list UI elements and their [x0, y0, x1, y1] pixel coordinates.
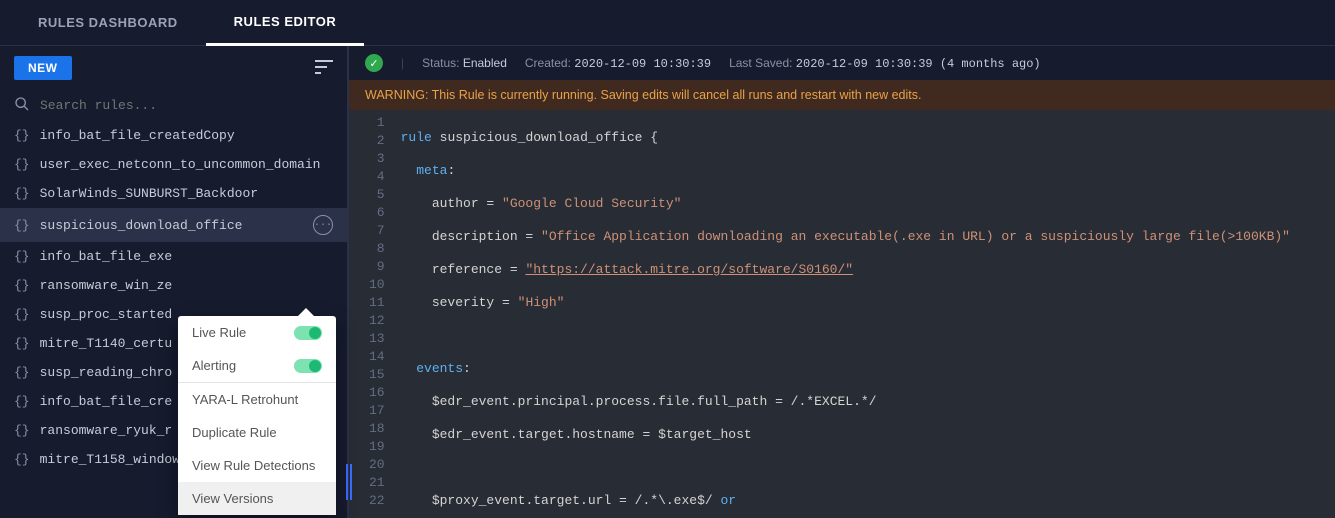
line-number: 10	[369, 276, 385, 294]
rule-item-label: susp_proc_started	[40, 307, 173, 322]
braces-icon: {}	[14, 186, 30, 201]
line-number: 12	[369, 312, 385, 330]
rule-item[interactable]: {} ransomware_win_ze	[0, 271, 347, 300]
rule-item[interactable]: {} info_bat_file_createdCopy	[0, 121, 347, 150]
line-number: 17	[369, 402, 385, 420]
rule-item-label: info_bat_file_exe	[40, 249, 173, 264]
rule-item-label: susp_reading_chro	[40, 365, 173, 380]
rule-item-label: suspicious_download_office	[40, 218, 243, 233]
created-value: 2020-12-09 10:30:39	[574, 57, 711, 71]
sort-icon[interactable]	[315, 58, 333, 79]
rule-item-label: info_bat_file_createdCopy	[40, 128, 235, 143]
search-row[interactable]	[0, 90, 347, 121]
toggle-on-icon[interactable]	[294, 359, 322, 373]
line-number: 21	[369, 474, 385, 492]
tab-rules-editor[interactable]: RULES EDITOR	[206, 0, 365, 46]
line-number: 2	[369, 132, 385, 150]
braces-icon: {}	[14, 365, 30, 380]
top-tabs: RULES DASHBOARD RULES EDITOR	[0, 0, 1335, 46]
status-label: Status:	[422, 56, 459, 70]
status-value: Enabled	[463, 56, 507, 70]
rule-item[interactable]: {} user_exec_netconn_to_uncommon_domain	[0, 150, 347, 179]
braces-icon: {}	[14, 157, 30, 172]
braces-icon: {}	[14, 249, 30, 264]
rule-item-label: SolarWinds_SUNBURST_Backdoor	[40, 186, 258, 201]
code-content[interactable]: rule suspicious_download_office { meta: …	[395, 110, 1300, 518]
search-input[interactable]	[40, 98, 333, 113]
resize-handle-icon[interactable]	[346, 464, 352, 500]
line-number: 15	[369, 366, 385, 384]
braces-icon: {}	[14, 218, 30, 233]
rule-item[interactable]: {} SolarWinds_SUNBURST_Backdoor	[0, 179, 347, 208]
line-number: 16	[369, 384, 385, 402]
line-number: 6	[369, 204, 385, 222]
warning-banner: WARNING: This Rule is currently running.…	[349, 80, 1335, 110]
menu-label: Alerting	[192, 358, 236, 373]
menu-alerting[interactable]: Alerting	[178, 349, 336, 382]
braces-icon: {}	[14, 128, 30, 143]
line-number: 1	[369, 114, 385, 132]
menu-view-detections[interactable]: View Rule Detections	[178, 449, 336, 482]
saved-label: Last Saved:	[729, 56, 792, 70]
line-number: 4	[369, 168, 385, 186]
braces-icon: {}	[14, 394, 30, 409]
braces-icon: {}	[14, 278, 30, 293]
menu-label: Live Rule	[192, 325, 246, 340]
rule-item[interactable]: {} suspicious_download_office ···	[0, 208, 347, 242]
more-options-icon[interactable]: ···	[313, 215, 333, 235]
toggle-on-icon[interactable]	[294, 326, 322, 340]
line-number: 3	[369, 150, 385, 168]
saved-value: 2020-12-09 10:30:39 (4 months ago)	[796, 57, 1041, 71]
menu-duplicate-rule[interactable]: Duplicate Rule	[178, 416, 336, 449]
menu-retrohunt[interactable]: YARA-L Retrohunt	[178, 382, 336, 416]
line-number: 9	[369, 258, 385, 276]
braces-icon: {}	[14, 336, 30, 351]
line-number: 5	[369, 186, 385, 204]
rule-item-label: mitre_T1140_certu	[40, 336, 173, 351]
line-number: 7	[369, 222, 385, 240]
braces-icon: {}	[14, 452, 30, 467]
menu-view-versions[interactable]: View Versions	[178, 482, 336, 515]
rule-item-label: info_bat_file_cre	[40, 394, 173, 409]
rule-item-label: ransomware_ryuk_r	[40, 423, 173, 438]
created-label: Created:	[525, 56, 571, 70]
line-number: 11	[369, 294, 385, 312]
menu-live-rule[interactable]: Live Rule	[178, 316, 336, 349]
status-bar: ✓ | Status: Enabled Created: 2020-12-09 …	[349, 46, 1335, 80]
sidebar: NEW {} info_bat_file_createdCopy {} user_ex…	[0, 46, 349, 518]
code-editor[interactable]: 12345678910111213141516171819202122 rule…	[349, 110, 1335, 518]
braces-icon: {}	[14, 307, 30, 322]
tab-rules-dashboard[interactable]: RULES DASHBOARD	[10, 0, 206, 46]
line-number: 18	[369, 420, 385, 438]
search-icon	[14, 96, 30, 115]
rule-item-label: ransomware_win_ze	[40, 278, 173, 293]
line-number: 14	[369, 348, 385, 366]
new-button[interactable]: NEW	[14, 56, 72, 80]
line-number: 22	[369, 492, 385, 510]
main-panel: ✓ | Status: Enabled Created: 2020-12-09 …	[349, 46, 1335, 518]
braces-icon: {}	[14, 423, 30, 438]
rule-item-label: user_exec_netconn_to_uncommon_domain	[40, 157, 321, 172]
line-number: 8	[369, 240, 385, 258]
line-number: 19	[369, 438, 385, 456]
status-ok-icon: ✓	[365, 54, 383, 72]
rule-item[interactable]: {} info_bat_file_exe	[0, 242, 347, 271]
line-number: 20	[369, 456, 385, 474]
line-number: 13	[369, 330, 385, 348]
rule-actions-popup: Live Rule Alerting YARA-L Retrohunt Dupl…	[178, 316, 336, 515]
